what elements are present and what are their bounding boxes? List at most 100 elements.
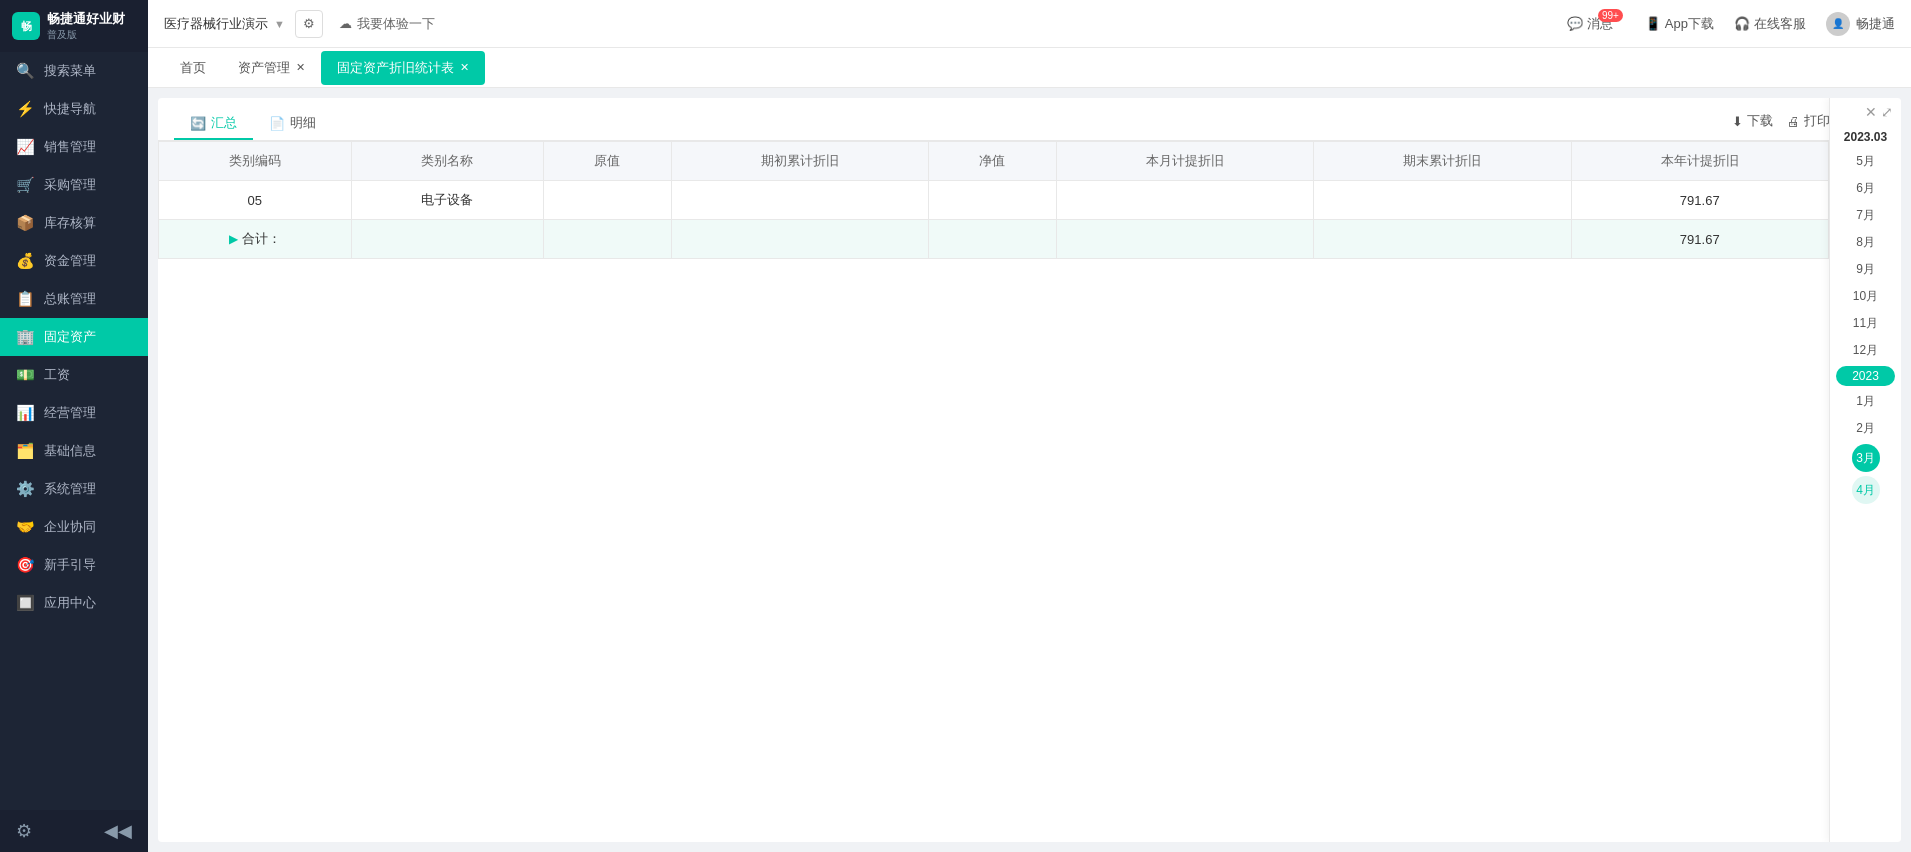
tab-depreciation[interactable]: 固定资产折旧统计表 ✕ [321,51,485,85]
download-button[interactable]: ⬇ 下载 [1732,112,1773,130]
experience-text: 我要体验一下 [357,15,435,33]
date-item-12[interactable]: 12月 [1830,337,1901,364]
detail-tab-icon: 📄 [269,116,285,131]
sidebar-item-quicknav[interactable]: ⚡ 快捷导航 [0,90,148,128]
sidebar-item-salary[interactable]: 💵 工资 [0,356,148,394]
date-item-8[interactable]: 8月 [1830,229,1901,256]
sidebar-settings-icon[interactable]: ⚙ [16,820,32,842]
row-year-depr: 791.67 [1571,181,1829,220]
date-item-3-selected[interactable]: 3月 [1852,444,1880,472]
sidebar-item-inventory[interactable]: 📦 库存核算 [0,204,148,242]
date-item-1[interactable]: 1月 [1830,388,1901,415]
sub-tabs-bar: 🔄 汇总 📄 明细 ⬇ 下载 🖨 打印 ↻ 刷新 [158,98,1901,141]
col-code: 类别编码 [159,142,352,181]
col-end-accum: 期末累计折旧 [1314,142,1572,181]
topbar-right-actions: 💬 消息 99+ 📱 App下载 🎧 在线客服 👤 畅捷通 [1567,12,1895,36]
logo-title: 畅捷通好业财 [47,11,125,28]
date-item-4-circle[interactable]: 4月 [1852,476,1880,504]
sidebar-item-label: 销售管理 [44,138,96,156]
logo-subtitle: 普及版 [47,28,125,41]
row-net [929,181,1057,220]
total-label: ▶ 合计： [159,220,352,259]
date-item-7[interactable]: 7月 [1830,202,1901,229]
row-month-depr [1056,181,1314,220]
tab-asset-mgmt-close[interactable]: ✕ [296,61,305,74]
ledger-icon: 📋 [16,290,34,308]
sidebar-item-enterprise[interactable]: 🤝 企业协同 [0,508,148,546]
apps-icon: 🔲 [16,594,34,612]
date-item-6[interactable]: 6月 [1830,175,1901,202]
date-item-5[interactable]: 5月 [1830,148,1901,175]
user-name: 畅捷通 [1856,15,1895,33]
experience-button[interactable]: ☁ 我要体验一下 [339,15,435,33]
sidebar-item-funds[interactable]: 💰 资金管理 [0,242,148,280]
basic-icon: 🗂️ [16,442,34,460]
tab-home[interactable]: 首页 [164,51,222,85]
tab-home-label: 首页 [180,59,206,77]
guide-icon: 🎯 [16,556,34,574]
sidebar-item-label: 应用中心 [44,594,96,612]
sidebar-item-system[interactable]: ⚙️ 系统管理 [0,470,148,508]
sales-icon: 📈 [16,138,34,156]
sidebar-item-label: 总账管理 [44,290,96,308]
sidebar-item-search[interactable]: 🔍 搜索菜单 [0,52,148,90]
date-scroll: 5月 6月 7月 8月 9月 10月 11月 12月 2023 1月 2月 3月… [1830,148,1901,842]
panel-close-icon[interactable]: ✕ [1865,104,1877,120]
sidebar-item-purchase[interactable]: 🛒 采购管理 [0,166,148,204]
panel-expand-icon[interactable]: ⤢ [1881,104,1893,120]
sidebar-footer[interactable]: ⚙ ◀◀ [0,810,148,852]
app-icon: 📱 [1645,16,1661,31]
print-button[interactable]: 🖨 打印 [1787,112,1830,130]
sidebar-item-apps[interactable]: 🔲 应用中心 [0,584,148,622]
sidebar-item-label: 快捷导航 [44,100,96,118]
sidebar-item-label: 搜索菜单 [44,62,96,80]
company-dropdown-icon: ▼ [274,18,285,30]
inventory-icon: 📦 [16,214,34,232]
sidebar-item-guide[interactable]: 🎯 新手引导 [0,546,148,584]
message-button[interactable]: 💬 消息 99+ [1567,15,1613,33]
sidebar-item-basic[interactable]: 🗂️ 基础信息 [0,432,148,470]
user-menu[interactable]: 👤 畅捷通 [1826,12,1895,36]
purchase-icon: 🛒 [16,176,34,194]
sub-tab-summary[interactable]: 🔄 汇总 [174,108,253,140]
col-month-depr: 本月计提折旧 [1056,142,1314,181]
quicknav-icon: ⚡ [16,100,34,118]
experience-icon: ☁ [339,16,352,31]
date-current-year[interactable]: 2023 [1836,366,1895,386]
sidebar-toggle-icon[interactable]: ◀◀ [104,820,132,842]
tabs-bar: 首页 资产管理 ✕ 固定资产折旧统计表 ✕ [148,48,1911,88]
service-icon: 🎧 [1734,16,1750,31]
avatar: 👤 [1826,12,1850,36]
sidebar: 畅 畅捷通好业财 普及版 🔍 搜索菜单 ⚡ 快捷导航 📈 销售管理 🛒 采购管理… [0,0,148,852]
table-total-row: ▶ 合计： 791.67 [159,220,1829,259]
content-area: 🔄 汇总 📄 明细 ⬇ 下载 🖨 打印 ↻ 刷新 [158,98,1901,842]
print-icon: 🖨 [1787,114,1800,129]
logo-icon: 畅 [12,12,40,40]
date-item-9[interactable]: 9月 [1830,256,1901,283]
funds-icon: 💰 [16,252,34,270]
date-item-2[interactable]: 2月 [1830,415,1901,442]
app-download-button[interactable]: 📱 App下载 [1645,15,1714,33]
row-init-accum [671,181,929,220]
tab-asset-mgmt[interactable]: 资产管理 ✕ [222,51,321,85]
sidebar-item-sales[interactable]: 📈 销售管理 [0,128,148,166]
row-end-accum [1314,181,1572,220]
sidebar-item-ledger[interactable]: 📋 总账管理 [0,280,148,318]
sub-tab-detail[interactable]: 📄 明细 [253,108,332,140]
sidebar-menu: 🔍 搜索菜单 ⚡ 快捷导航 📈 销售管理 🛒 采购管理 📦 库存核算 💰 资金管… [0,52,148,810]
service-label: 在线客服 [1754,15,1806,33]
sidebar-item-operations[interactable]: 📊 经营管理 [0,394,148,432]
summary-tab-icon: 🔄 [190,116,206,131]
service-button[interactable]: 🎧 在线客服 [1734,15,1806,33]
sidebar-item-fixed[interactable]: 🏢 固定资产 [0,318,148,356]
sidebar-item-label: 库存核算 [44,214,96,232]
message-badge: 99+ [1598,9,1623,22]
detail-tab-label: 明细 [290,114,316,132]
app-label: App下载 [1665,15,1714,33]
date-item-11[interactable]: 11月 [1830,310,1901,337]
company-selector[interactable]: 医疗器械行业演示 ▼ [164,15,285,33]
date-item-10[interactable]: 10月 [1830,283,1901,310]
tab-depreciation-close[interactable]: ✕ [460,61,469,74]
topbar-settings-button[interactable]: ⚙ [295,10,323,38]
settings-icon: ⚙ [303,16,315,31]
